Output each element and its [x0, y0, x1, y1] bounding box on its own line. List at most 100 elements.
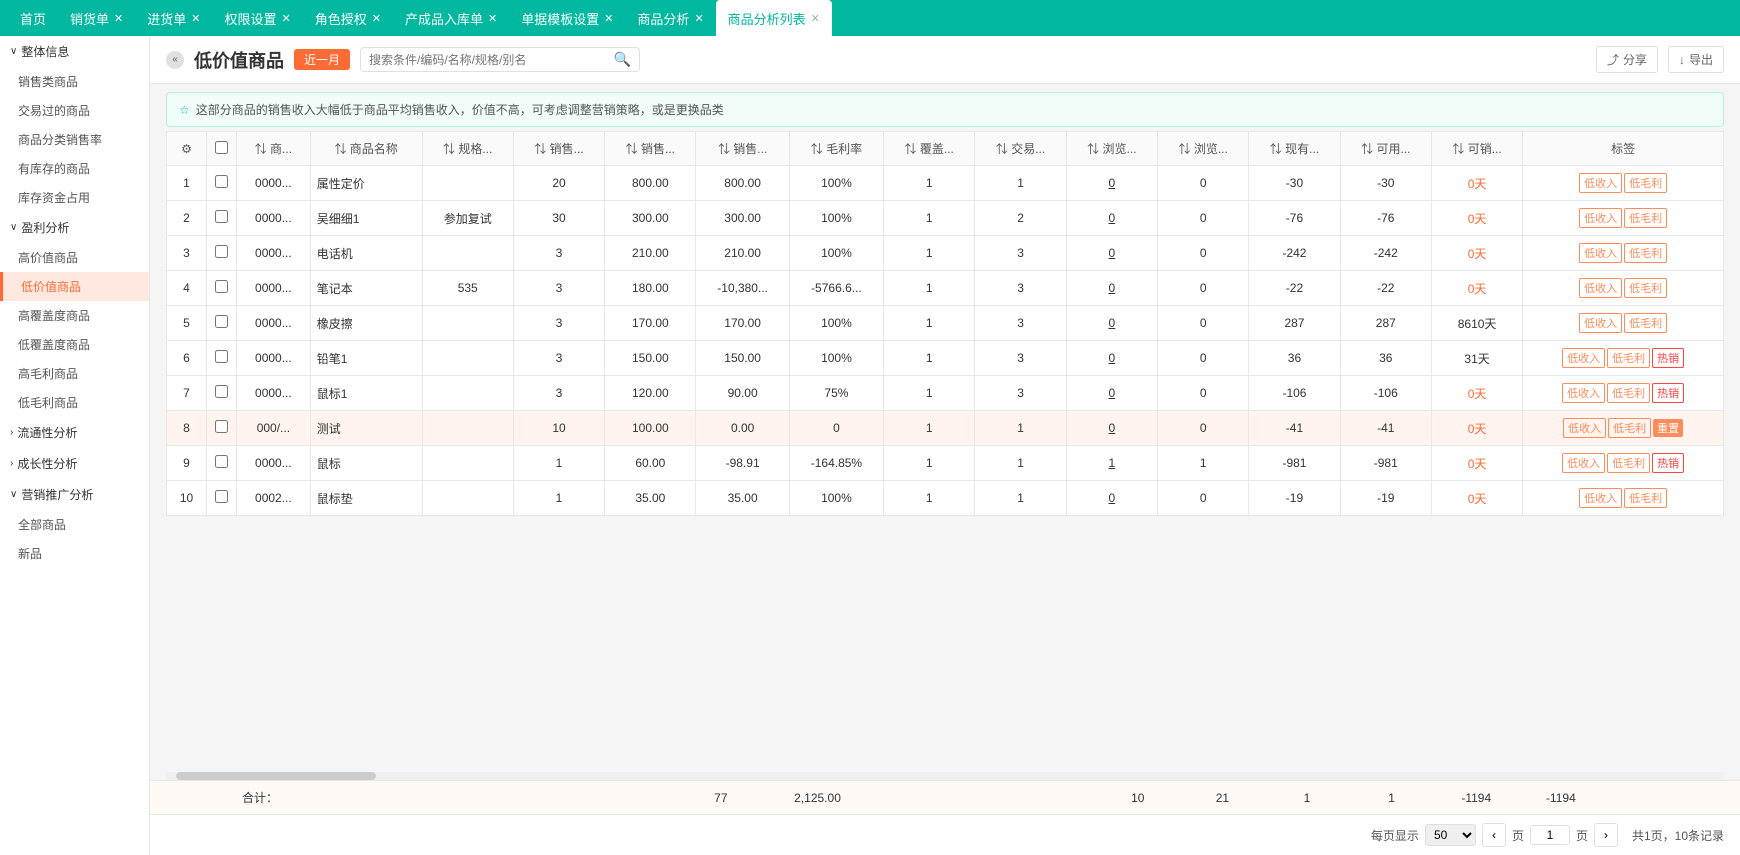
row-check[interactable] [207, 166, 237, 201]
row-browse2: 0 [1158, 166, 1249, 201]
row-no: 10 [167, 481, 207, 516]
row-browse1[interactable]: 0 [1066, 201, 1157, 236]
sidebar-collapse-btn[interactable]: « [166, 51, 184, 69]
page-label: 页 [1512, 827, 1524, 844]
col-header-sellable[interactable]: ⇅ 可销... [1431, 132, 1522, 166]
row-browse1[interactable]: 0 [1066, 166, 1157, 201]
next-page-button[interactable]: › [1594, 823, 1618, 847]
share-button[interactable]: ⤴ 分享 [1596, 46, 1658, 73]
sidebar-item-inventory-goods[interactable]: 有库存的商品 [0, 154, 149, 183]
col-header-sales2[interactable]: ⇅ 销售... [696, 132, 789, 166]
row-cover: 1 [884, 341, 975, 376]
row-cover: 1 [884, 411, 975, 446]
col-header-browse2[interactable]: ⇅ 浏览... [1158, 132, 1249, 166]
row-qty: 3 [513, 271, 604, 306]
row-qty: 3 [513, 236, 604, 271]
row-name: 属性定价 [310, 166, 422, 201]
nav-item-home[interactable]: 首页 [8, 0, 58, 36]
sidebar-item-new-goods[interactable]: 新品 [0, 539, 149, 568]
row-browse1[interactable]: 0 [1066, 271, 1157, 306]
per-page-label: 每页显示 [1371, 827, 1419, 844]
nav-item-sales[interactable]: 销货单 ✕ [58, 0, 135, 36]
nav-item-template[interactable]: 单据模板设置 ✕ [509, 0, 625, 36]
sidebar-item-high-coverage[interactable]: 高覆盖度商品 [0, 301, 149, 330]
table-row: 8 000/... 测试 10 100.00 0.00 0 1 1 0 0 -4… [167, 411, 1724, 446]
search-input[interactable] [369, 53, 610, 67]
row-check[interactable] [207, 201, 237, 236]
per-page-select[interactable]: 50 100 200 [1425, 824, 1476, 846]
row-browse1[interactable]: 0 [1066, 376, 1157, 411]
nav-item-permission[interactable]: 权限设置 ✕ [212, 0, 302, 36]
col-header-stock[interactable]: ⇅ 现有... [1249, 132, 1340, 166]
table-container: ⚙ ⇅ 商... ⇅ 商品名称 ⇅ 规格... ⇅ 销售... ⇅ 销售... … [150, 131, 1740, 772]
row-browse1[interactable]: 0 [1066, 306, 1157, 341]
nav-item-analysis-list[interactable]: 商品分析列表 ✕ [716, 0, 832, 36]
col-header-sales1[interactable]: ⇅ 销售... [605, 132, 696, 166]
row-sales1: 120.00 [605, 376, 696, 411]
row-check[interactable] [207, 376, 237, 411]
row-sales2: 210.00 [696, 236, 789, 271]
row-check[interactable] [207, 271, 237, 306]
page-number-input[interactable] [1530, 825, 1570, 845]
sidebar-group-profit-title[interactable]: ∨盈利分析 [0, 212, 149, 243]
sidebar-group-circulation-title[interactable]: ›流通性分析 [0, 417, 149, 448]
sidebar-group-marketing-title[interactable]: ∨营销推广分析 [0, 479, 149, 510]
sidebar-item-traded-goods[interactable]: 交易过的商品 [0, 96, 149, 125]
row-qty: 1 [513, 446, 604, 481]
row-check[interactable] [207, 481, 237, 516]
nav-item-role[interactable]: 角色授权 ✕ [303, 0, 393, 36]
date-badge[interactable]: 近一月 [294, 49, 350, 70]
row-check[interactable] [207, 411, 237, 446]
row-browse1[interactable]: 0 [1066, 481, 1157, 516]
sidebar-item-all-goods[interactable]: 全部商品 [0, 510, 149, 539]
col-header-browse1[interactable]: ⇅ 浏览... [1066, 132, 1157, 166]
table-row: 2 0000... 吴细细1 参加复试 30 300.00 300.00 100… [167, 201, 1724, 236]
sidebar-item-category-sales[interactable]: 商品分类销售率 [0, 125, 149, 154]
col-header-qty[interactable]: ⇅ 销售... [513, 132, 604, 166]
nav-item-product[interactable]: 产成品入库单 ✕ [393, 0, 509, 36]
nav-item-purchase[interactable]: 进货单 ✕ [135, 0, 212, 36]
col-header-cover[interactable]: ⇅ 覆盖... [884, 132, 975, 166]
row-sales1: 180.00 [605, 271, 696, 306]
export-button[interactable]: ↓ 导出 [1668, 46, 1724, 73]
col-header-usable[interactable]: ⇅ 可用... [1340, 132, 1431, 166]
row-trade: 2 [975, 201, 1066, 236]
row-sellable: 0天 [1431, 446, 1522, 481]
row-check[interactable] [207, 306, 237, 341]
col-header-spec[interactable]: ⇅ 规格... [422, 132, 513, 166]
row-browse1[interactable]: 1 [1066, 446, 1157, 481]
nav-item-analysis[interactable]: 商品分析 ✕ [625, 0, 715, 36]
row-check[interactable] [207, 341, 237, 376]
row-browse1[interactable]: 0 [1066, 411, 1157, 446]
col-header-trade[interactable]: ⇅ 交易... [975, 132, 1066, 166]
col-header-name[interactable]: ⇅ 商品名称 [310, 132, 422, 166]
row-check[interactable] [207, 236, 237, 271]
row-browse2: 0 [1158, 236, 1249, 271]
sidebar-item-low-value[interactable]: 低价值商品 [0, 272, 149, 301]
row-browse1[interactable]: 0 [1066, 236, 1157, 271]
sidebar-item-low-coverage[interactable]: 低覆盖度商品 [0, 330, 149, 359]
row-stock: 36 [1249, 341, 1340, 376]
sidebar-item-high-margin[interactable]: 高毛利商品 [0, 359, 149, 388]
row-browse1[interactable]: 0 [1066, 341, 1157, 376]
sidebar-item-sales-goods[interactable]: 销售类商品 [0, 67, 149, 96]
notice-text: 这部分商品的销售收入大幅低于商品平均销售收入，价值不高，可考虑调整营销策略，或是… [196, 101, 724, 118]
sidebar-group-overall-title[interactable]: ∨整体信息 [0, 36, 149, 67]
search-icon[interactable]: 🔍 [614, 51, 631, 68]
select-all-checkbox[interactable] [215, 141, 228, 154]
sidebar-item-high-value[interactable]: 高价值商品 [0, 243, 149, 272]
sidebar-group-growth-title[interactable]: ›成长性分析 [0, 448, 149, 479]
prev-page-button[interactable]: ‹ [1482, 823, 1506, 847]
sidebar-item-capital[interactable]: 库存资金占用 [0, 183, 149, 212]
row-check[interactable] [207, 446, 237, 481]
sidebar-item-low-margin[interactable]: 低毛利商品 [0, 388, 149, 417]
row-name: 吴细细1 [310, 201, 422, 236]
row-usable: -106 [1340, 376, 1431, 411]
row-tags: 低收入低毛利 [1523, 236, 1724, 271]
row-trade: 1 [975, 481, 1066, 516]
col-header-code[interactable]: ⇅ 商... [237, 132, 311, 166]
notice-bar: ☆ 这部分商品的销售收入大幅低于商品平均销售收入，价值不高，可考虑调整营销策略，… [166, 92, 1724, 127]
row-browse2: 0 [1158, 271, 1249, 306]
settings-icon[interactable]: ⚙ [181, 142, 192, 156]
col-header-gross[interactable]: ⇅ 毛利率 [789, 132, 883, 166]
